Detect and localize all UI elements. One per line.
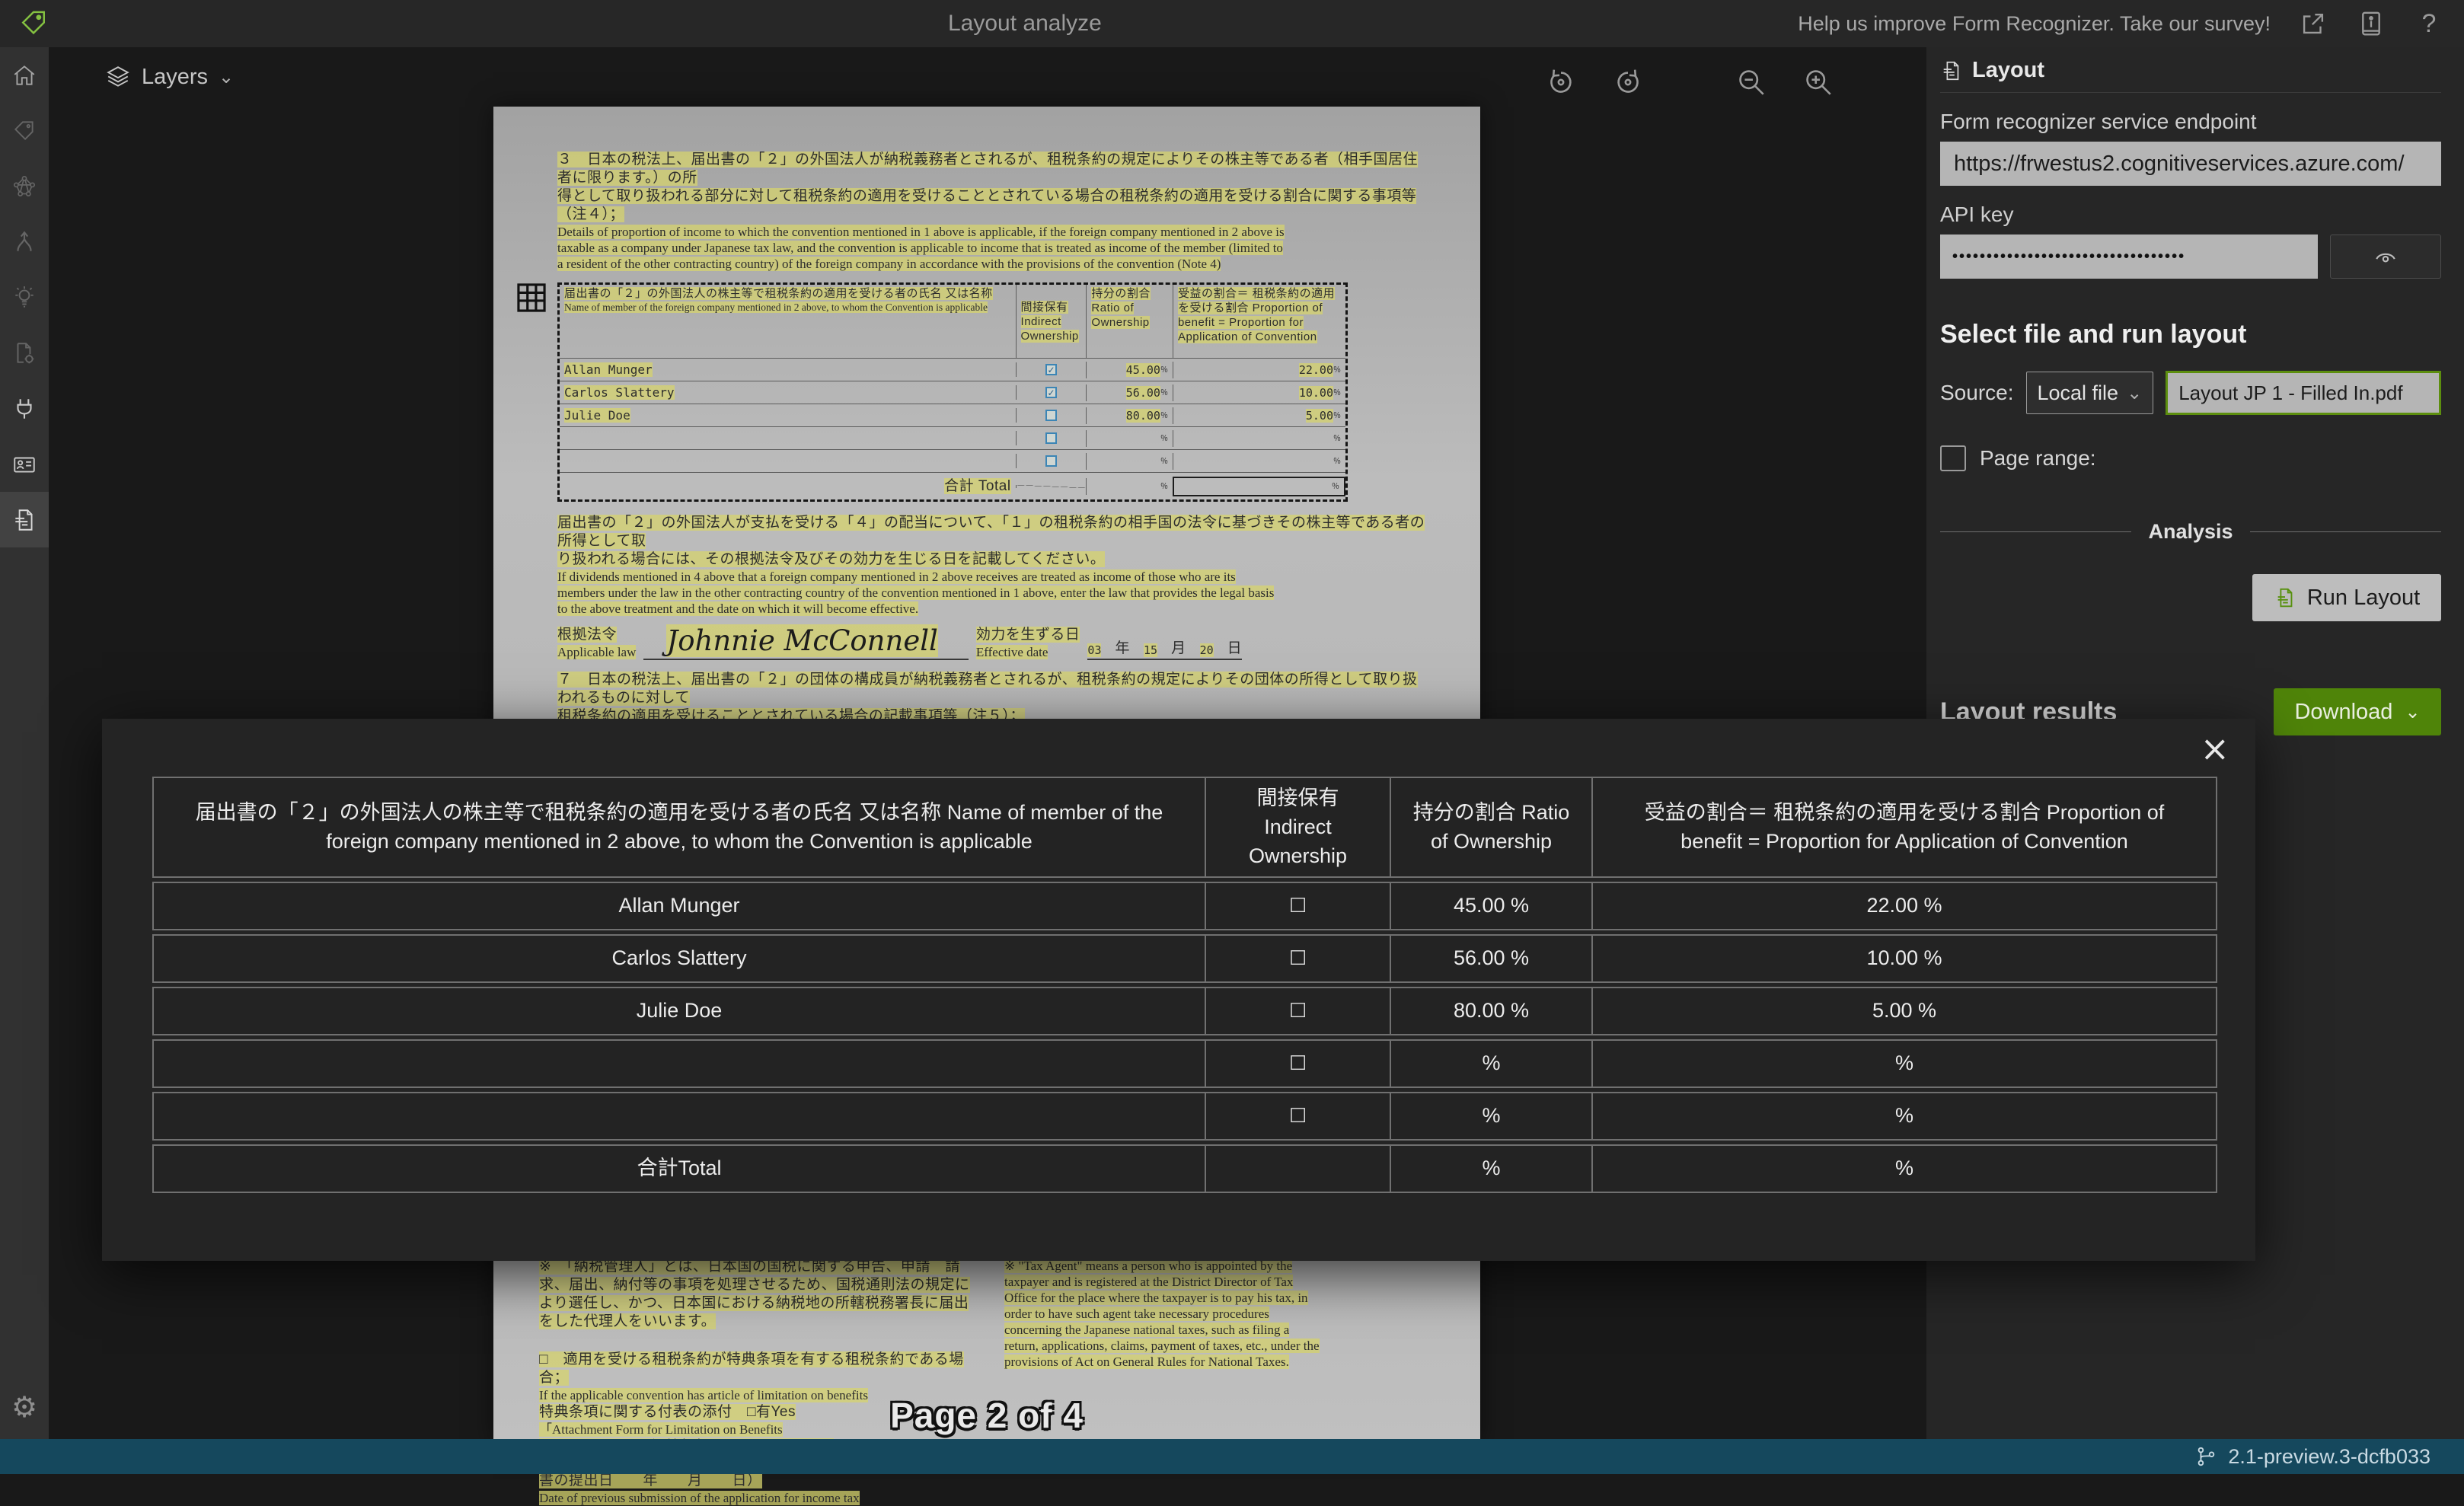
source-dropdown[interactable]: Local file ⌄ <box>2026 372 2154 414</box>
share-icon[interactable] <box>2298 8 2328 39</box>
left-sidebar: ⚙ <box>0 47 49 1439</box>
eye-icon <box>2373 244 2399 270</box>
zoom-in-icon[interactable] <box>1802 65 1835 99</box>
sidebar-item-connections[interactable] <box>0 381 49 436</box>
sidebar-item-model[interactable] <box>0 158 49 214</box>
checkbox-empty-icon <box>1045 455 1057 467</box>
layers-dropdown[interactable]: Layers ⌄ <box>105 64 234 90</box>
table-row: ☐ % % <box>152 1092 2217 1141</box>
reveal-key-button[interactable] <box>2330 235 2441 279</box>
endpoint-input[interactable] <box>1940 142 2441 186</box>
version-label: 2.1-preview.3-dcfb033 <box>2228 1445 2430 1469</box>
doc-table-row: ％ ％ <box>560 449 1345 472</box>
survey-link[interactable]: Help us improve Form Recognizer. Take ou… <box>1798 12 2271 36</box>
api-key-input[interactable] <box>1940 235 2318 279</box>
source-label: Source: <box>1940 381 2014 405</box>
sidebar-item-compose[interactable] <box>0 214 49 270</box>
checkbox-empty-icon <box>1045 432 1057 444</box>
chevron-down-icon: ⌄ <box>219 66 234 88</box>
layers-label: Layers <box>142 65 208 90</box>
zoom-out-icon[interactable] <box>1735 65 1768 99</box>
doc-table-row: ％ ％ <box>560 426 1345 449</box>
help-icon[interactable]: ? <box>2414 8 2444 39</box>
run-layout-button[interactable]: Run Layout <box>2252 574 2441 621</box>
top-bar: Layout analyze Help us improve Form Reco… <box>0 0 2464 47</box>
panel-title: Layout <box>1972 58 2044 83</box>
doc-text-line: ３ 日本の税法上、届出書の「２」の外国法人が納税義務者とされるが、租税条約の規定… <box>557 152 1418 186</box>
select-file-heading: Select file and run layout <box>1940 320 2441 349</box>
run-layout-doc-icon <box>2274 586 2296 609</box>
table-grid-icon[interactable] <box>515 282 547 314</box>
table-total-row: 合計Total % % <box>152 1144 2217 1193</box>
chevron-down-icon: ⌄ <box>2127 382 2142 404</box>
app-logo-tag-icon <box>17 7 50 40</box>
doc-table-row: Carlos Slattery ✓ 56.00％ 10.00％ <box>560 381 1345 404</box>
extracted-table: 届出書の「２」の外国法人の株主等で租税条約の適用を受ける者の氏名 又は名称 Na… <box>152 777 2217 1197</box>
checkbox-checked-icon: ✓ <box>1045 364 1057 375</box>
page-range-checkbox[interactable] <box>1940 445 1966 471</box>
api-key-label: API key <box>1940 203 2441 227</box>
rotate-clockwise-icon[interactable] <box>1611 65 1645 99</box>
table-row: Carlos Slattery ☐ 56.00 % 10.00 % <box>152 934 2217 983</box>
table-results-modal: × 届出書の「２」の外国法人の株主等で租税条約の適用を受ける者の氏名 又は名称 … <box>102 719 2255 1261</box>
sidebar-item-tag[interactable] <box>0 103 49 158</box>
layout-doc-icon <box>1940 59 1963 82</box>
sidebar-item-analyze-doc[interactable] <box>0 325 49 381</box>
version-branch-icon <box>2194 1445 2217 1468</box>
doc-table-row: Julie Doe 80.00％ 5.00％ <box>560 404 1345 426</box>
download-button[interactable]: Download ⌄ <box>2274 688 2441 735</box>
doc-table-row: Allan Munger ✓ 45.00％ 22.00％ <box>560 358 1345 381</box>
extracted-table-header: 届出書の「２」の外国法人の株主等で租税条約の適用を受ける者の氏名 又は名称 Na… <box>152 777 2217 878</box>
sidebar-item-layout[interactable] <box>0 492 49 547</box>
sidebar-item-prebuilt[interactable] <box>0 436 49 492</box>
doc-text-line: 得として取り扱われる部分に対して租税条約の適用を受けることとされている場合の租税… <box>557 188 1416 222</box>
layers-icon <box>105 64 131 90</box>
doc-table-total-row: 合計 Total ％ ％ <box>560 472 1345 499</box>
doc-table-header-row: 届出書の「２」の外国法人の株主等で租税条約の適用を受ける者の氏名 又は名称 Na… <box>560 285 1345 358</box>
analysis-divider: Analysis <box>1940 520 2441 544</box>
release-notes-icon[interactable] <box>2356 8 2386 39</box>
detected-table-region[interactable]: 届出書の「２」の外国法人の株主等で租税条約の適用を受ける者の氏名 又は名称 Na… <box>557 282 1348 502</box>
doc-text-line: taxable as a company under Japanese tax … <box>557 241 1283 255</box>
file-name-field[interactable]: Layout JP 1 - Filled In.pdf <box>2166 371 2441 415</box>
status-bar: 2.1-preview.3-dcfb033 <box>0 1439 2464 1474</box>
endpoint-label: Form recognizer service endpoint <box>1940 110 2441 134</box>
chevron-down-icon: ⌄ <box>2405 701 2420 723</box>
handwritten-signature: Johnnie McConnell <box>643 624 969 660</box>
settings-gear-icon[interactable]: ⚙ <box>0 1383 49 1431</box>
doc-text-line: Details of proportion of income to which… <box>557 225 1285 239</box>
page-title: Layout analyze <box>948 11 1102 37</box>
checkbox-checked-icon: ✓ <box>1045 387 1057 398</box>
close-icon[interactable]: × <box>2200 731 2229 766</box>
table-row: ☐ % % <box>152 1039 2217 1088</box>
table-row: Allan Munger ☐ 45.00 % 22.00 % <box>152 882 2217 930</box>
page-range-label: Page range: <box>1980 446 2096 471</box>
sidebar-item-train[interactable] <box>0 270 49 325</box>
rotate-counterclockwise-icon[interactable] <box>1544 65 1578 99</box>
checkbox-empty-icon <box>1045 410 1057 421</box>
table-row: Julie Doe ☐ 80.00 % 5.00 % <box>152 987 2217 1035</box>
doc-text-line: a resident of the other contracting coun… <box>557 257 1221 271</box>
page-number-stamp: Page 2 of 4 <box>890 1395 1084 1436</box>
sidebar-item-home[interactable] <box>0 47 49 103</box>
